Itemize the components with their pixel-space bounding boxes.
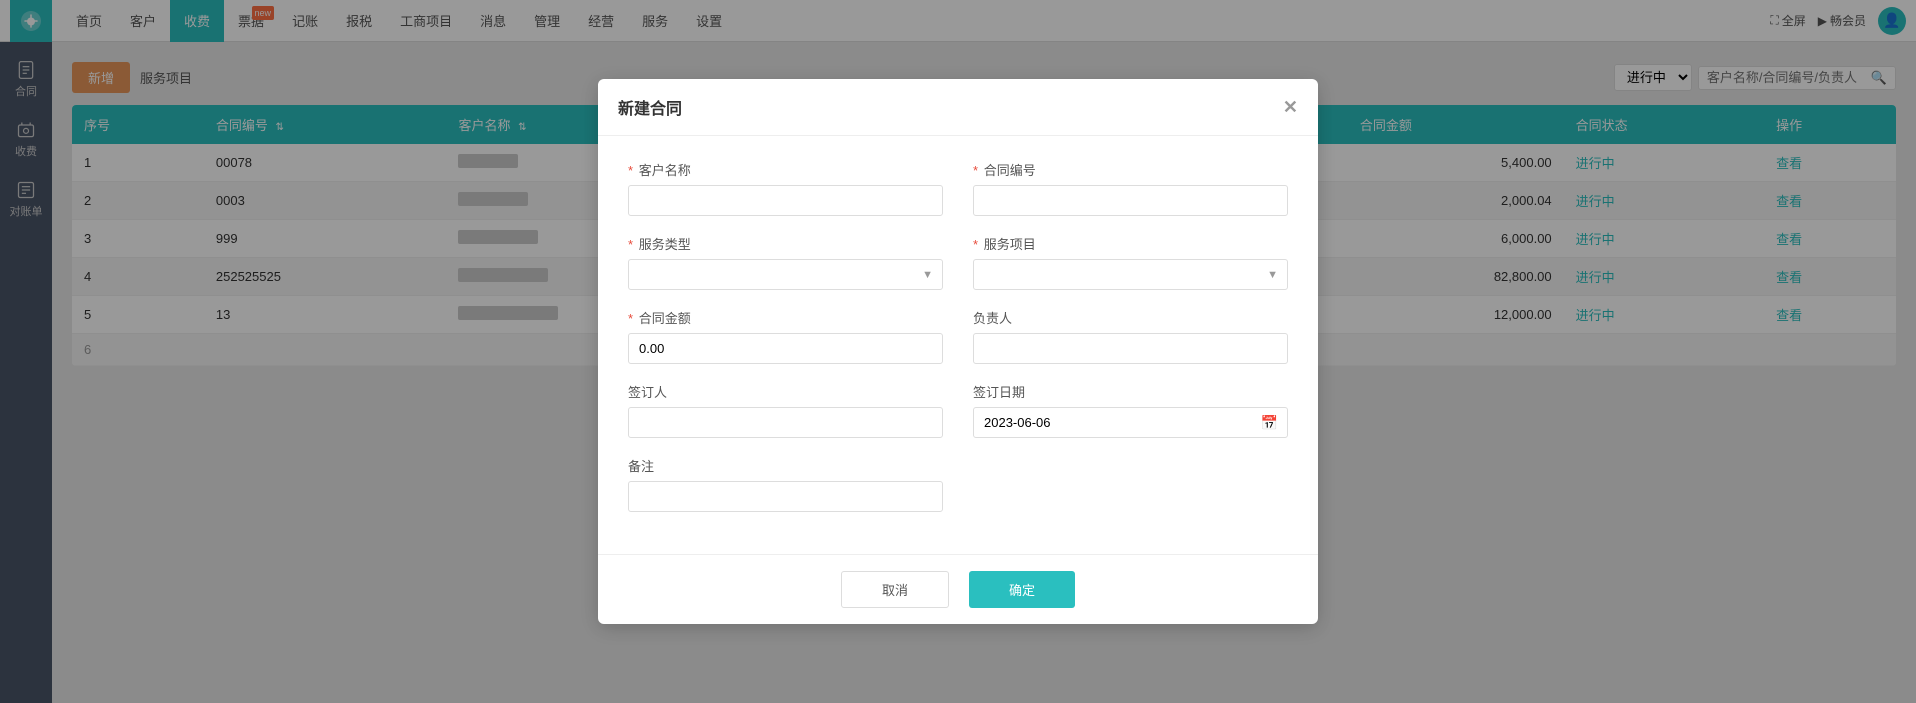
field-service-item: * 服务项目 ▼ (973, 234, 1288, 290)
service-item-label: * 服务项目 (973, 234, 1288, 253)
remark-label: 备注 (628, 456, 943, 475)
modal-footer: 取消 确定 (598, 554, 1318, 624)
required-mark2: * (973, 163, 978, 178)
form-row-2: * 服务类型 ▼ * 服务项目 (628, 234, 1288, 290)
field-contract-amount: * 合同金额 (628, 308, 943, 364)
sign-date-wrap: 📅 (973, 407, 1288, 438)
calendar-icon[interactable]: 📅 (1261, 414, 1278, 431)
confirm-button[interactable]: 确定 (969, 571, 1075, 608)
modal-body: * 客户名称 * 合同编号 * 服 (598, 136, 1318, 554)
field-responsible: 负责人 (973, 308, 1288, 364)
customer-name-input[interactable] (628, 185, 943, 216)
form-row-3: * 合同金额 负责人 (628, 308, 1288, 364)
cancel-button[interactable]: 取消 (841, 571, 949, 608)
modal-close-button[interactable]: ✕ (1283, 98, 1298, 116)
sign-date-label: 签订日期 (973, 382, 1288, 401)
sign-date-input[interactable] (973, 407, 1288, 438)
modal-header: 新建合同 ✕ (598, 79, 1318, 136)
service-type-select-wrap: ▼ (628, 259, 943, 290)
required-mark: * (628, 163, 633, 178)
field-service-type: * 服务类型 ▼ (628, 234, 943, 290)
signer-input[interactable] (628, 407, 943, 438)
required-mark3: * (628, 237, 633, 252)
field-contract-no: * 合同编号 (973, 160, 1288, 216)
field-remark: 备注 (628, 456, 943, 512)
remark-input[interactable] (628, 481, 943, 512)
modal-title: 新建合同 (618, 95, 682, 119)
service-item-select-wrap: ▼ (973, 259, 1288, 290)
service-type-select[interactable] (628, 259, 943, 290)
contract-no-input[interactable] (973, 185, 1288, 216)
responsible-label: 负责人 (973, 308, 1288, 327)
new-contract-modal: 新建合同 ✕ * 客户名称 * 合同编号 (598, 79, 1318, 624)
form-row-4: 签订人 签订日期 📅 (628, 382, 1288, 438)
customer-name-label: * 客户名称 (628, 160, 943, 179)
contract-amount-input[interactable] (628, 333, 943, 364)
modal-overlay[interactable]: 新建合同 ✕ * 客户名称 * 合同编号 (0, 0, 1916, 703)
field-customer-name: * 客户名称 (628, 160, 943, 216)
responsible-input[interactable] (973, 333, 1288, 364)
required-mark4: * (973, 237, 978, 252)
field-empty (973, 456, 1288, 512)
signer-label: 签订人 (628, 382, 943, 401)
service-type-label: * 服务类型 (628, 234, 943, 253)
contract-no-label: * 合同编号 (973, 160, 1288, 179)
service-item-select[interactable] (973, 259, 1288, 290)
form-row-5: 备注 (628, 456, 1288, 512)
field-signer: 签订人 (628, 382, 943, 438)
form-row-1: * 客户名称 * 合同编号 (628, 160, 1288, 216)
required-mark5: * (628, 311, 633, 326)
contract-amount-label: * 合同金额 (628, 308, 943, 327)
field-sign-date: 签订日期 📅 (973, 382, 1288, 438)
